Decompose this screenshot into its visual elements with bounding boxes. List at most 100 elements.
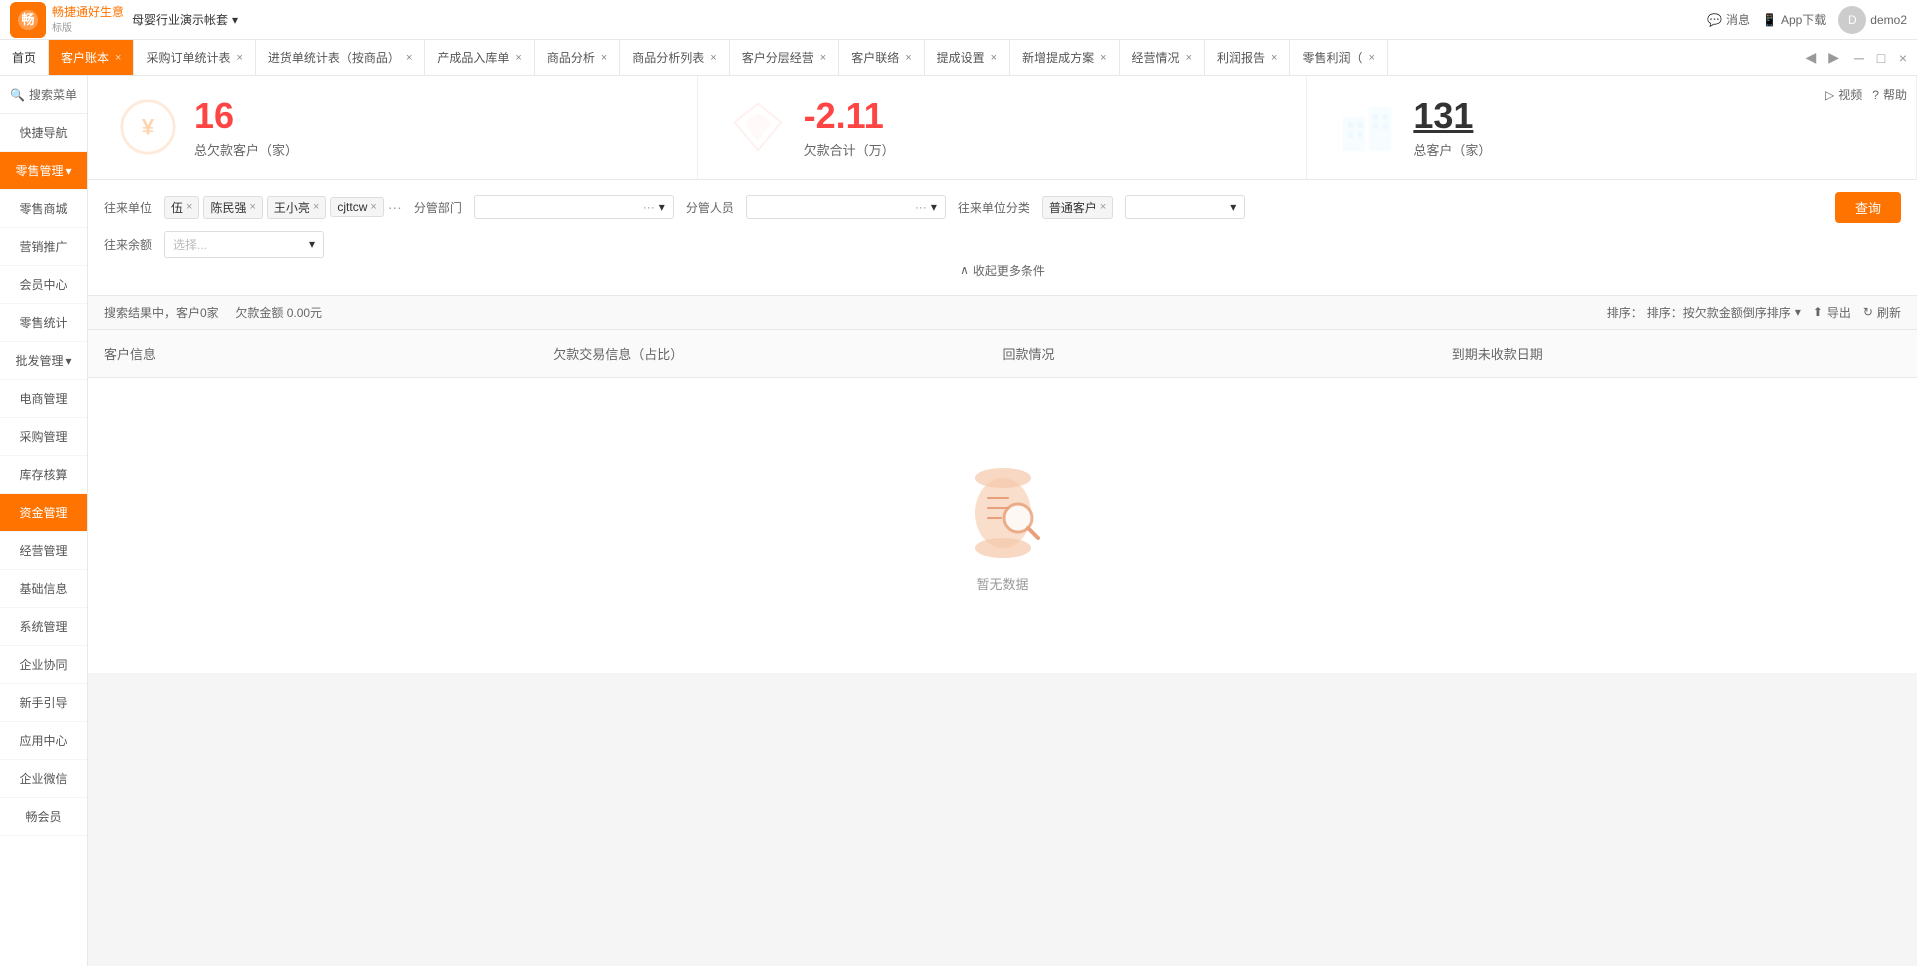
tab-home[interactable]: 首页 xyxy=(0,40,49,76)
tab-customer-contact[interactable]: 客户联络 × xyxy=(839,40,924,76)
sidebar-search[interactable]: 🔍 搜索菜单 xyxy=(0,76,87,114)
sort-select[interactable]: 排序： 排序：按欠款金额倒序排序 ▾ xyxy=(1607,304,1801,321)
query-button[interactable]: 查询 xyxy=(1835,192,1901,223)
tab-customer-book[interactable]: 客户账本 × xyxy=(49,40,134,76)
col-customer-info: 客户信息 xyxy=(104,340,553,367)
sidebar: 🔍 搜索菜单 快捷导航 零售管理 ▾ 零售商城 营销推广 会员中心 xyxy=(0,76,88,966)
unit-type-tag-0[interactable]: 普通客户 × xyxy=(1042,196,1113,219)
logo-area: 畅 畅捷通好生意 标版 xyxy=(10,2,124,38)
unit-tag-2-close[interactable]: × xyxy=(313,201,319,213)
stat-icon-diamond xyxy=(728,97,788,157)
close-window-button[interactable]: × xyxy=(1893,48,1913,68)
nav-next-arrow[interactable]: ▶ xyxy=(1822,49,1845,66)
tab-goods-analysis-list-label: 商品分析列表 xyxy=(632,49,704,66)
tab-home-label: 首页 xyxy=(12,49,36,66)
stat-number-debt-total: -2.11 xyxy=(804,96,895,136)
video-help-btn[interactable]: ▷ 视频 xyxy=(1825,86,1862,103)
sidebar-item-wholesale-mgmt[interactable]: 批发管理 ▾ xyxy=(0,342,87,380)
tab-retail-profit-close[interactable]: × xyxy=(1368,52,1374,64)
person-select[interactable]: ··· ▾ xyxy=(746,195,946,219)
sidebar-quick-nav[interactable]: 快捷导航 xyxy=(0,114,87,152)
sidebar-item-capital-mgmt[interactable]: 资金管理 xyxy=(0,494,87,532)
sidebar-item-retail-mall[interactable]: 零售商城 xyxy=(0,190,87,228)
unit-tag-1[interactable]: 陈民强 × xyxy=(203,196,262,219)
tab-inbound-stat[interactable]: 进货单统计表（按商品） × xyxy=(256,40,425,76)
sidebar-item-super-member[interactable]: 畅会员 xyxy=(0,798,87,836)
minimize-button[interactable]: ─ xyxy=(1849,48,1869,68)
tab-goods-analysis-list-close[interactable]: × xyxy=(710,52,716,64)
unit-type-label: 往来单位分类 xyxy=(958,199,1030,216)
tab-new-raise[interactable]: 新增提成方案 × xyxy=(1010,40,1119,76)
tab-new-raise-close[interactable]: × xyxy=(1100,52,1106,64)
unit-type-extra-select[interactable]: ▾ xyxy=(1125,195,1245,219)
unit-tag-1-close[interactable]: × xyxy=(249,201,255,213)
stat-label-debt-customers: 总欠款客户（家） xyxy=(194,140,298,159)
user-avatar[interactable]: D demo2 xyxy=(1838,6,1907,34)
app-download-btn[interactable]: 📱 App下载 xyxy=(1762,11,1826,28)
dept-select[interactable]: ··· ▾ xyxy=(474,195,674,219)
sidebar-item-operations-mgmt[interactable]: 经营管理 xyxy=(0,532,87,570)
person-select-dots[interactable]: ··· xyxy=(915,200,927,214)
tab-customer-segment-label: 客户分层经营 xyxy=(742,49,814,66)
sidebar-item-retail-mgmt[interactable]: 零售管理 ▾ xyxy=(0,152,87,190)
unit-tag-3-close[interactable]: × xyxy=(370,201,376,213)
message-btn[interactable]: 💬 消息 xyxy=(1707,11,1750,28)
collapse-button[interactable]: ∧ 收起更多条件 xyxy=(104,262,1901,279)
sidebar-item-enterprise-wechat[interactable]: 企业微信 xyxy=(0,760,87,798)
svg-text:¥: ¥ xyxy=(142,115,155,140)
tab-profit-report-close[interactable]: × xyxy=(1271,52,1277,64)
unit-tag-0-close[interactable]: × xyxy=(186,201,192,213)
unit-tags-more[interactable]: ··· xyxy=(388,199,402,215)
dept-select-dots[interactable]: ··· xyxy=(643,200,655,214)
unit-tag-2[interactable]: 王小亮 × xyxy=(267,196,326,219)
unit-type-tag-0-close[interactable]: × xyxy=(1100,201,1106,213)
nav-prev-arrow[interactable]: ◀ xyxy=(1799,49,1822,66)
tab-inbound-stat-close[interactable]: × xyxy=(406,52,412,64)
tab-customer-segment-close[interactable]: × xyxy=(820,52,826,64)
sidebar-item-ecommerce-mgmt[interactable]: 电商管理 xyxy=(0,380,87,418)
maximize-button[interactable]: □ xyxy=(1871,48,1891,68)
unit-tag-0[interactable]: 伍 × xyxy=(164,196,199,219)
chevron-down-icon: ▾ xyxy=(232,13,238,27)
sidebar-item-purchase-mgmt[interactable]: 采购管理 xyxy=(0,418,87,456)
tab-raise-settings[interactable]: 提成设置 × xyxy=(925,40,1010,76)
tab-customer-segment[interactable]: 客户分层经营 × xyxy=(730,40,839,76)
play-icon: ▷ xyxy=(1825,88,1834,102)
sidebar-item-marketing[interactable]: 营销推广 xyxy=(0,228,87,266)
balance-select[interactable]: 选择... ▾ xyxy=(164,231,324,258)
sort-chevron-icon: ▾ xyxy=(1795,305,1801,319)
tab-production-in[interactable]: 产成品入库单 × xyxy=(425,40,534,76)
tab-retail-profit[interactable]: 零售利润（ × xyxy=(1290,40,1387,76)
tab-goods-analysis-list[interactable]: 商品分析列表 × xyxy=(620,40,729,76)
sidebar-item-system-mgmt[interactable]: 系统管理 xyxy=(0,608,87,646)
tab-goods-analysis-close[interactable]: × xyxy=(601,52,607,64)
unit-tag-3[interactable]: cjttcw × xyxy=(330,197,383,217)
account-selector[interactable]: 母婴行业演示帐套 ▾ xyxy=(132,11,238,28)
sidebar-item-enterprise-coop[interactable]: 企业协同 xyxy=(0,646,87,684)
export-button[interactable]: ⬆ 导出 xyxy=(1813,304,1851,321)
tab-production-in-close[interactable]: × xyxy=(515,52,521,64)
unit-type-tag-0-text: 普通客户 xyxy=(1049,199,1097,216)
stat-number-total-customers[interactable]: 131 xyxy=(1413,96,1491,136)
tab-purchase-order-close[interactable]: × xyxy=(236,52,242,64)
tab-purchase-order[interactable]: 采购订单统计表 × xyxy=(134,40,255,76)
empty-state-text: 暂无数据 xyxy=(976,574,1028,593)
refresh-button[interactable]: ↻ 刷新 xyxy=(1863,304,1901,321)
sidebar-item-new-guide[interactable]: 新手引导 xyxy=(0,684,87,722)
tab-business-status[interactable]: 经营情况 × xyxy=(1120,40,1205,76)
tab-goods-analysis[interactable]: 商品分析 × xyxy=(535,40,620,76)
sidebar-item-retail-stats[interactable]: 零售统计 xyxy=(0,304,87,342)
sidebar-item-app-center[interactable]: 应用中心 xyxy=(0,722,87,760)
sidebar-item-basic-info[interactable]: 基础信息 xyxy=(0,570,87,608)
help-btn[interactable]: ? 帮助 xyxy=(1872,86,1907,103)
tab-customer-book-close[interactable]: × xyxy=(115,52,121,64)
tab-profit-report[interactable]: 利润报告 × xyxy=(1205,40,1290,76)
tab-customer-contact-close[interactable]: × xyxy=(905,52,911,64)
tab-production-in-label: 产成品入库单 xyxy=(437,49,509,66)
tab-raise-settings-close[interactable]: × xyxy=(991,52,997,64)
sidebar-item-inventory-check[interactable]: 库存核算 xyxy=(0,456,87,494)
tab-business-status-close[interactable]: × xyxy=(1186,52,1192,64)
sidebar-item-member-center[interactable]: 会员中心 xyxy=(0,266,87,304)
tab-business-status-label: 经营情况 xyxy=(1132,49,1180,66)
phone-icon: 📱 xyxy=(1762,13,1777,27)
